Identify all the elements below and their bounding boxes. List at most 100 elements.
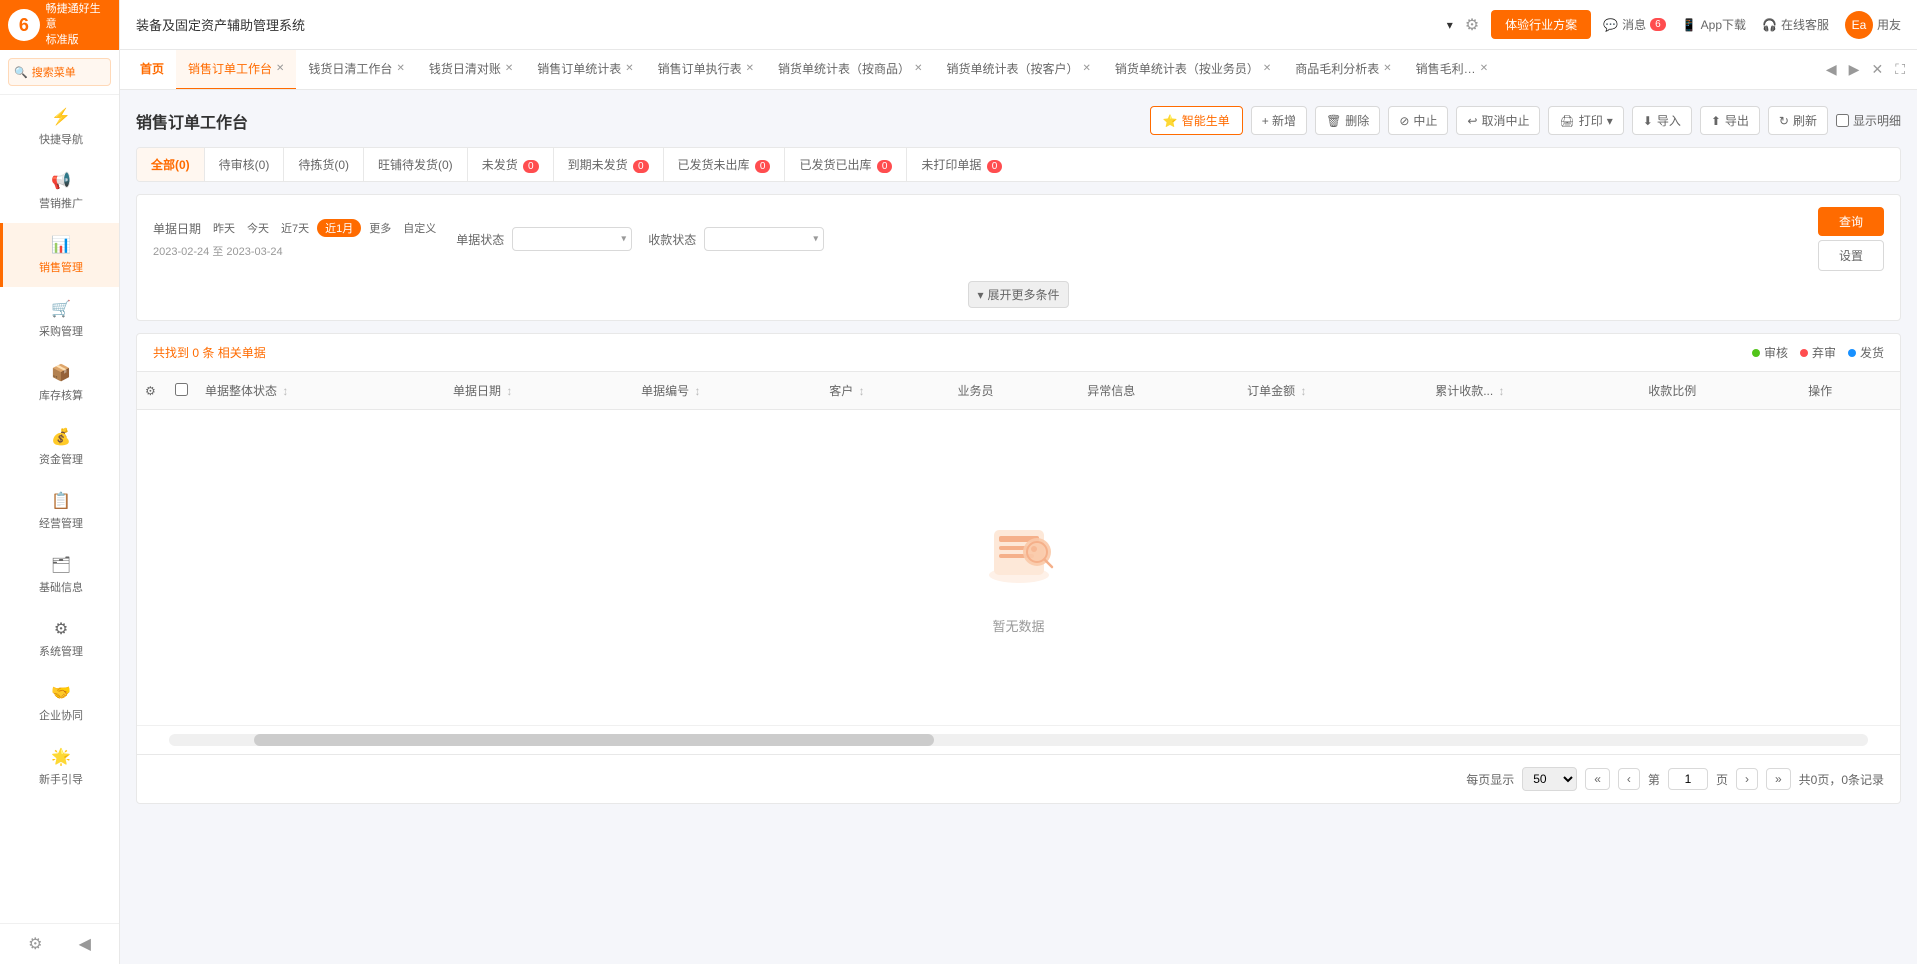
tab-sales-order-workbench[interactable]: 销售订单工作台 ✕ — [176, 50, 296, 90]
sidebar-item-newbie[interactable]: 🌟 新手引导 — [0, 735, 119, 799]
tab-sales-stats[interactable]: 销售订单统计表 ✕ — [525, 50, 645, 90]
data-table: ⚙ 单据整体状态 ↕ 单据日期 ↕ — [137, 372, 1900, 726]
tab-close-btn[interactable]: ✕ — [746, 63, 754, 74]
sidebar-item-purchase[interactable]: 🛒 采购管理 — [0, 287, 119, 351]
tab-home[interactable]: 首页 — [128, 50, 176, 90]
overdue-ship-badge: 0 — [633, 160, 649, 173]
cancel-stop-btn[interactable]: ↩ 取消中止 — [1456, 106, 1540, 135]
table-count: 共找到 0 条 相关单据 — [153, 344, 266, 361]
export-btn[interactable]: ⬆ 导出 — [1700, 106, 1760, 135]
tab-scroll-right-btn[interactable]: ▶ — [1845, 57, 1864, 82]
tab-close-btn[interactable]: ✕ — [914, 63, 922, 74]
tab-sales-exec[interactable]: 销售订单执行表 ✕ — [646, 50, 766, 90]
filter-tab-not-printed[interactable]: 未打印单据 0 — [907, 148, 1016, 181]
user-menu-btn[interactable]: Ea 用友 — [1845, 11, 1901, 39]
horizontal-scrollbar[interactable] — [169, 734, 1868, 746]
tab-close-btn[interactable]: ✕ — [1480, 63, 1488, 74]
print-btn[interactable]: 🖨 打印 ▾ — [1548, 106, 1623, 135]
empty-icon — [969, 500, 1069, 600]
sidebar-item-quick-nav[interactable]: ⚡ 快捷导航 — [0, 95, 119, 159]
review-op-btn[interactable]: 审核 — [1752, 344, 1788, 361]
filter-tab-all[interactable]: 全部(0) — [137, 148, 205, 181]
status-select[interactable] — [512, 227, 632, 251]
date-shortcut-today[interactable]: 今天 — [243, 219, 273, 237]
tab-close-btn[interactable]: ✕ — [396, 63, 404, 74]
expand-conditions-btn[interactable]: ▾ 展开更多条件 — [968, 281, 1068, 308]
date-shortcut-1month[interactable]: 近1月 — [317, 219, 361, 237]
payment-select[interactable] — [704, 227, 824, 251]
tab-close-btn[interactable]: ✕ — [276, 63, 284, 74]
filter-tab-overdue-ship[interactable]: 到期未发货 0 — [554, 148, 664, 181]
col-ratio: 收款比例 — [1640, 372, 1800, 410]
industry-btn[interactable]: 体验行业方案 — [1491, 10, 1591, 39]
sidebar-item-sales[interactable]: 📊 销售管理 — [0, 223, 119, 287]
query-btn[interactable]: 查询 — [1818, 207, 1884, 236]
per-page-select[interactable]: 50 100 200 — [1522, 767, 1577, 791]
filter-tab-pending-pick[interactable]: 待拣货(0) — [284, 148, 364, 181]
sidebar-item-inventory[interactable]: 📦 库存核算 — [0, 351, 119, 415]
sidebar-item-base[interactable]: 🗂 基础信息 — [0, 543, 119, 607]
tab-cash-reconcile[interactable]: 钱货日清对账 ✕ — [417, 50, 525, 90]
stop-btn[interactable]: ⊘ 中止 — [1388, 106, 1448, 135]
message-btn[interactable]: 💬 消息 6 — [1603, 16, 1666, 33]
shipped-out-badge: 0 — [877, 160, 893, 173]
add-btn[interactable]: + 新增 — [1251, 106, 1307, 135]
next-page-btn[interactable]: › — [1736, 768, 1758, 790]
sidebar-item-system[interactable]: ⚙ 系统管理 — [0, 607, 119, 671]
tab-margin-analysis[interactable]: 商品毛利分析表 ✕ — [1283, 50, 1403, 90]
date-shortcut-custom[interactable]: 自定义 — [399, 219, 440, 237]
import-btn[interactable]: ⬇ 导入 — [1632, 106, 1692, 135]
filter-tab-shipped-not-out[interactable]: 已发货未出库 0 — [664, 148, 786, 181]
prev-page-btn[interactable]: ‹ — [1618, 768, 1640, 790]
select-all-checkbox[interactable] — [175, 383, 188, 396]
app-download-btn[interactable]: 📱 App下载 — [1682, 16, 1746, 33]
tab-close-btn[interactable]: ✕ — [1082, 63, 1090, 74]
search-menu-btn[interactable]: 🔍 搜索菜单 — [8, 58, 111, 86]
newbie-icon: 🌟 — [51, 747, 71, 767]
col-date: 单据日期 ↕ — [445, 372, 633, 410]
revoke-dot — [1800, 349, 1808, 357]
col-exception: 异常信息 — [1079, 372, 1239, 410]
sidebar-item-marketing[interactable]: 📢 营销推广 — [0, 159, 119, 223]
tab-close-btn[interactable]: ✕ — [1383, 63, 1391, 74]
topbar-settings-icon[interactable]: ⚙ — [1465, 15, 1479, 35]
sidebar-collapse-btn[interactable]: ◀ — [79, 934, 91, 954]
sidebar-item-finance[interactable]: 💰 资金管理 — [0, 415, 119, 479]
filter-settings-btn[interactable]: 设置 — [1818, 240, 1884, 271]
tab-close-btn[interactable]: ✕ — [625, 63, 633, 74]
tab-close-btn[interactable]: ✕ — [505, 63, 513, 74]
sort-icon: ↕ — [506, 384, 512, 398]
sidebar-item-enterprise[interactable]: 🤝 企业协同 — [0, 671, 119, 735]
page-input[interactable] — [1668, 768, 1708, 790]
filter-tab-wangpu-ship[interactable]: 旺铺待发货(0) — [364, 148, 468, 181]
first-page-btn[interactable]: « — [1585, 768, 1610, 790]
tab-fullscreen-btn[interactable]: ⛶ — [1891, 57, 1909, 82]
refresh-btn[interactable]: ↻ 刷新 — [1768, 106, 1828, 135]
filter-tab-shipped-out[interactable]: 已发货已出库 0 — [785, 148, 907, 181]
show-detail-input[interactable] — [1836, 114, 1849, 127]
tab-sales-margin[interactable]: 销售毛利… ✕ — [1404, 50, 1500, 90]
revoke-op-btn[interactable]: 弃审 — [1800, 344, 1836, 361]
show-detail-checkbox[interactable]: 显示明细 — [1836, 112, 1901, 129]
tab-sales-by-customer[interactable]: 销货单统计表（按客户） ✕ — [934, 50, 1102, 90]
filter-tab-not-shipped[interactable]: 未发货 0 — [468, 148, 554, 181]
tab-cash-daily[interactable]: 钱货日清工作台 ✕ — [296, 50, 416, 90]
date-shortcut-yesterday[interactable]: 昨天 — [209, 219, 239, 237]
tab-scroll-left-btn[interactable]: ◀ — [1822, 57, 1841, 82]
date-shortcut-7days[interactable]: 近7天 — [277, 219, 313, 237]
sidebar-settings-btn[interactable]: ⚙ — [28, 934, 42, 954]
delete-btn[interactable]: 🗑 删除 — [1315, 106, 1380, 135]
page-title: 销售订单工作台 — [136, 109, 248, 133]
tab-close-btn[interactable]: ✕ — [1263, 63, 1271, 74]
filter-tab-pending-review[interactable]: 待审核(0) — [205, 148, 285, 181]
date-shortcut-more[interactable]: 更多 — [365, 219, 395, 237]
tab-close-all-btn[interactable]: ✕ — [1867, 57, 1887, 82]
ship-op-btn[interactable]: 发货 — [1848, 344, 1884, 361]
tab-sales-by-product[interactable]: 销货单统计表（按商品） ✕ — [766, 50, 934, 90]
last-page-btn[interactable]: » — [1766, 768, 1791, 790]
tab-sales-by-salesman[interactable]: 销货单统计表（按业务员） ✕ — [1103, 50, 1283, 90]
system-dropdown[interactable]: ▾ — [1447, 18, 1453, 32]
smart-gen-btn[interactable]: ⭐ 智能生单 — [1150, 106, 1243, 135]
sidebar-item-ops[interactable]: 📋 经营管理 — [0, 479, 119, 543]
online-service-btn[interactable]: 🎧 在线客服 — [1762, 16, 1829, 33]
